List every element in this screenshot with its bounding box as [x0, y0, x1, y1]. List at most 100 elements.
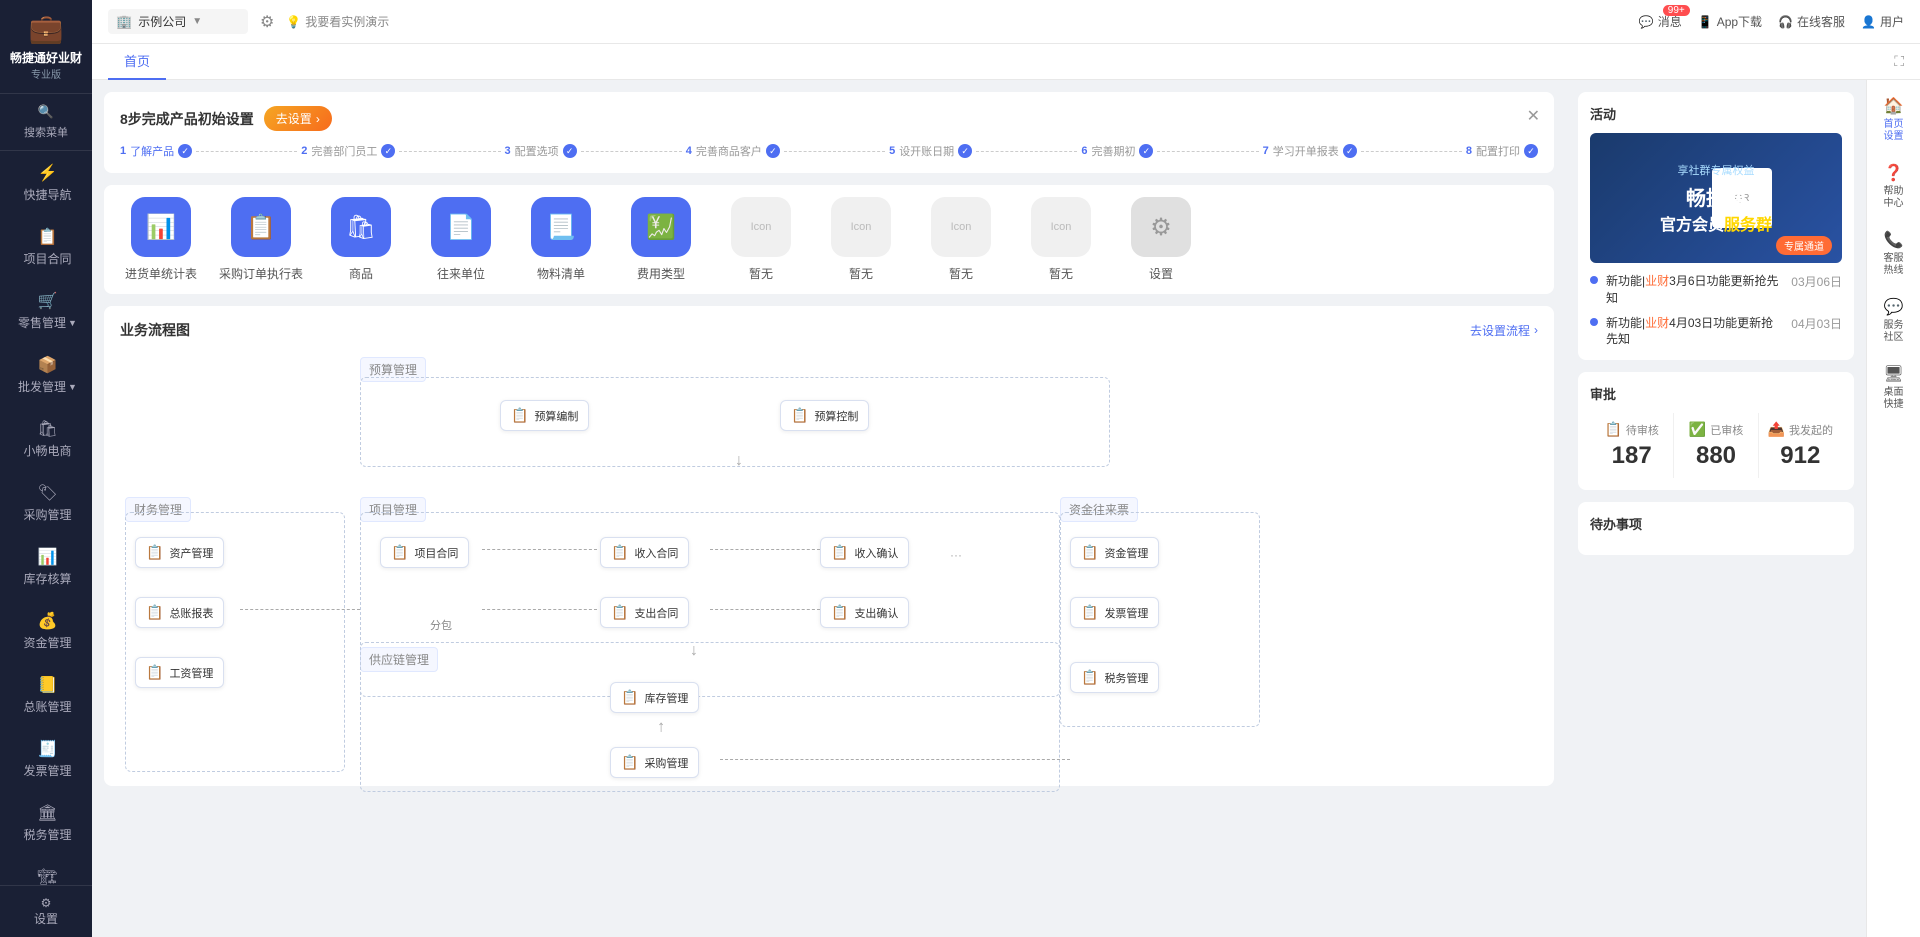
sidebar-search[interactable]: 🔍 搜索菜单 — [0, 94, 92, 151]
sidebar: 💼 畅捷通好业财 专业版 🔍 搜索菜单 ⚡ 快捷导航 📋 项目合同 🛒 零售管理 — [0, 0, 92, 937]
budget-control-icon: 📋 — [791, 407, 808, 424]
activity-text-2: 新功能|业财4月03日功能更新抢先知 — [1606, 315, 1783, 349]
right-sidebar-community[interactable]: 💬 服务社区 — [1867, 289, 1920, 352]
quick-icon-settings[interactable]: ⚙ 设置 — [1116, 197, 1206, 282]
node-capital-manage[interactable]: 📋 资金管理 — [1070, 537, 1159, 568]
company-selector[interactable]: 🏢 示例公司 ▼ — [108, 9, 248, 34]
app-download-btn[interactable]: 📱 App下载 — [1698, 13, 1762, 30]
sidebar-item-purchase[interactable]: 🏷 采购管理 — [0, 471, 92, 535]
right-sidebar-home-settings[interactable]: 🏠 首页设置 — [1867, 88, 1920, 151]
sidebar-item-project[interactable]: 📋 项目合同 — [0, 215, 92, 279]
sidebar-bottom-settings[interactable]: ⚙ 设置 — [0, 885, 92, 937]
node-salary[interactable]: 📋 工资管理 — [135, 657, 224, 688]
activity-text-1: 新功能|业财3月6日功能更新抢先知 — [1606, 273, 1783, 307]
topbar-settings-icon[interactable]: ⚙ — [260, 12, 274, 32]
quick-icon-empty-3[interactable]: Icon 暂无 — [916, 197, 1006, 282]
approval-stat-mine[interactable]: 📤 我发起的 912 — [1759, 413, 1842, 478]
node-expense-contract[interactable]: 📋 支出合同 — [600, 597, 689, 628]
app-logo-icon: 💼 — [29, 12, 64, 45]
sidebar-item-tax[interactable]: 🏛 税务管理 — [0, 791, 92, 855]
node-income-contract[interactable]: 📋 收入合同 — [600, 537, 689, 568]
node-expense-confirm[interactable]: 📋 支出确认 — [820, 597, 909, 628]
quick-icon-expense-type[interactable]: 💹 费用类型 — [616, 197, 706, 282]
sidebar-item-label: 资金管理 — [23, 634, 71, 651]
settings-quick-icon: ⚙ — [1150, 213, 1172, 242]
sidebar-item-ledger[interactable]: 📒 总账管理 — [0, 663, 92, 727]
sidebar-item-assets[interactable]: 🏗 固定资产 — [0, 855, 92, 885]
goods-label: 商品 — [349, 265, 373, 282]
setup-goto-button[interactable]: 去设置 › — [264, 106, 332, 131]
quick-icon-empty-2[interactable]: Icon 暂无 — [816, 197, 906, 282]
project-contract-icon: 📋 — [391, 544, 408, 561]
approval-stat-pending[interactable]: 📋 待审核 187 — [1590, 413, 1674, 478]
flow-section: 业务流程图 去设置流程 › 预算管理 财务管理 项目管理 供应链管理 — [104, 306, 1554, 786]
flow-canvas: 预算管理 财务管理 项目管理 供应链管理 资金往来票 📋 — [120, 352, 1538, 772]
sidebar-item-invoice[interactable]: 🧾 发票管理 — [0, 727, 92, 791]
demo-link[interactable]: 💡 我要看实例演示 — [286, 13, 389, 30]
partner-label: 往来单位 — [437, 265, 485, 282]
message-icon: 💬 — [1639, 15, 1654, 29]
node-tax[interactable]: 📋 税务管理 — [1070, 662, 1159, 693]
user-avatar[interactable]: 👤 用户 — [1861, 13, 1904, 30]
sidebar-item-quick-nav[interactable]: ⚡ 快捷导航 — [0, 151, 92, 215]
node-ledger[interactable]: 📋 总账报表 — [135, 597, 224, 628]
salary-flow-label: 工资管理 — [169, 665, 213, 681]
setup-title-text: 8步完成产品初始设置 — [120, 109, 254, 129]
setup-step-4: 4 完善商品客户 ✓ — [686, 143, 780, 159]
expand-icon[interactable]: ⛶ — [1894, 53, 1904, 70]
tab-home[interactable]: 首页 — [108, 43, 166, 80]
sidebar-logo: 💼 畅捷通好业财 专业版 — [0, 0, 92, 94]
activity-special-btn[interactable]: 专属通道 — [1776, 236, 1832, 255]
node-budget-control[interactable]: 📋 预算控制 — [780, 400, 869, 431]
quick-icon-empty-1[interactable]: Icon 暂无 — [716, 197, 806, 282]
empty-1-icon: Icon — [751, 221, 772, 233]
community-label: 服务社区 — [1884, 320, 1904, 344]
approval-stat-done[interactable]: ✅ 已审核 880 — [1674, 413, 1758, 478]
quick-icon-empty-4[interactable]: Icon 暂无 — [1016, 197, 1106, 282]
bom-icon-box: 📃 — [531, 197, 591, 257]
chevron-icon: ▼ — [68, 382, 77, 392]
right-sidebar-help[interactable]: ❓ 帮助中心 — [1867, 155, 1920, 218]
node-project-contract[interactable]: 📋 项目合同 — [380, 537, 469, 568]
quick-icon-purchase-order[interactable]: 📋 采购订单执行表 — [216, 197, 306, 282]
node-assets[interactable]: 📋 资产管理 — [135, 537, 224, 568]
message-btn[interactable]: 💬 消息 99+ — [1639, 13, 1682, 30]
bom-label: 物料清单 — [537, 265, 585, 282]
budget-control-label: 预算控制 — [814, 408, 858, 424]
empty-2-icon-box: Icon — [831, 197, 891, 257]
quick-icon-partner[interactable]: 📄 往来单位 — [416, 197, 506, 282]
node-purchase[interactable]: 📋 采购管理 — [610, 747, 699, 778]
expense-contract-icon: 📋 — [611, 604, 628, 621]
supply-box — [360, 642, 1060, 792]
empty-3-icon-box: Icon — [931, 197, 991, 257]
node-budget-compile[interactable]: 📋 预算编制 — [500, 400, 589, 431]
sidebar-item-inventory[interactable]: 📊 库存核算 — [0, 535, 92, 599]
expense-contract-label: 支出合同 — [634, 605, 678, 621]
ledger-flow-icon: 📋 — [146, 604, 163, 621]
sidebar-item-retail[interactable]: 🛒 零售管理 ▼ — [0, 279, 92, 343]
node-inventory[interactable]: 📋 库存管理 — [610, 682, 699, 713]
online-service-btn[interactable]: 🎧 在线客服 — [1778, 13, 1845, 30]
help-label: 帮助中心 — [1884, 186, 1904, 210]
done-num: 880 — [1696, 442, 1736, 470]
center-content: 8步完成产品初始设置 去设置 › ✕ 1 了解产品 ✓ — [92, 80, 1566, 937]
flow-config-link[interactable]: 去设置流程 › — [1470, 322, 1538, 339]
right-sidebar-desktop[interactable]: 🖥 桌面快捷 — [1867, 356, 1920, 419]
right-sidebar: 🏠 首页设置 ❓ 帮助中心 📞 客服热线 💬 服务社区 🖥 桌面快捷 — [1866, 80, 1920, 937]
sidebar-item-capital[interactable]: 💰 资金管理 — [0, 599, 92, 663]
right-sidebar-hotline[interactable]: 📞 客服热线 — [1867, 222, 1920, 285]
node-income-confirm[interactable]: 📋 收入确认 — [820, 537, 909, 568]
setup-close-button[interactable]: ✕ — [1527, 106, 1540, 126]
quick-icon-purchase-stat[interactable]: 📊 进货单统计表 — [116, 197, 206, 282]
done-icon: ✅ — [1689, 421, 1706, 438]
activity-banner: 享社群专属权益 畅捷通 官方会员服务群 QR 专属通道 — [1590, 133, 1842, 263]
quick-icon-bom[interactable]: 📃 物料清单 — [516, 197, 606, 282]
sidebar-item-ecommerce[interactable]: 🛍 小畅电商 — [0, 407, 92, 471]
quick-icon-goods[interactable]: 🛍 商品 — [316, 197, 406, 282]
sidebar-item-label: 库存核算 — [23, 570, 71, 587]
activity-item-2: 新功能|业财4月03日功能更新抢先知 04月03日 — [1590, 315, 1842, 349]
budget-compile-label: 预算编制 — [534, 408, 578, 424]
sidebar-item-label: 发票管理 — [23, 762, 71, 779]
sidebar-item-wholesale[interactable]: 📦 批发管理 ▼ — [0, 343, 92, 407]
node-invoice-manage[interactable]: 📋 发票管理 — [1070, 597, 1159, 628]
